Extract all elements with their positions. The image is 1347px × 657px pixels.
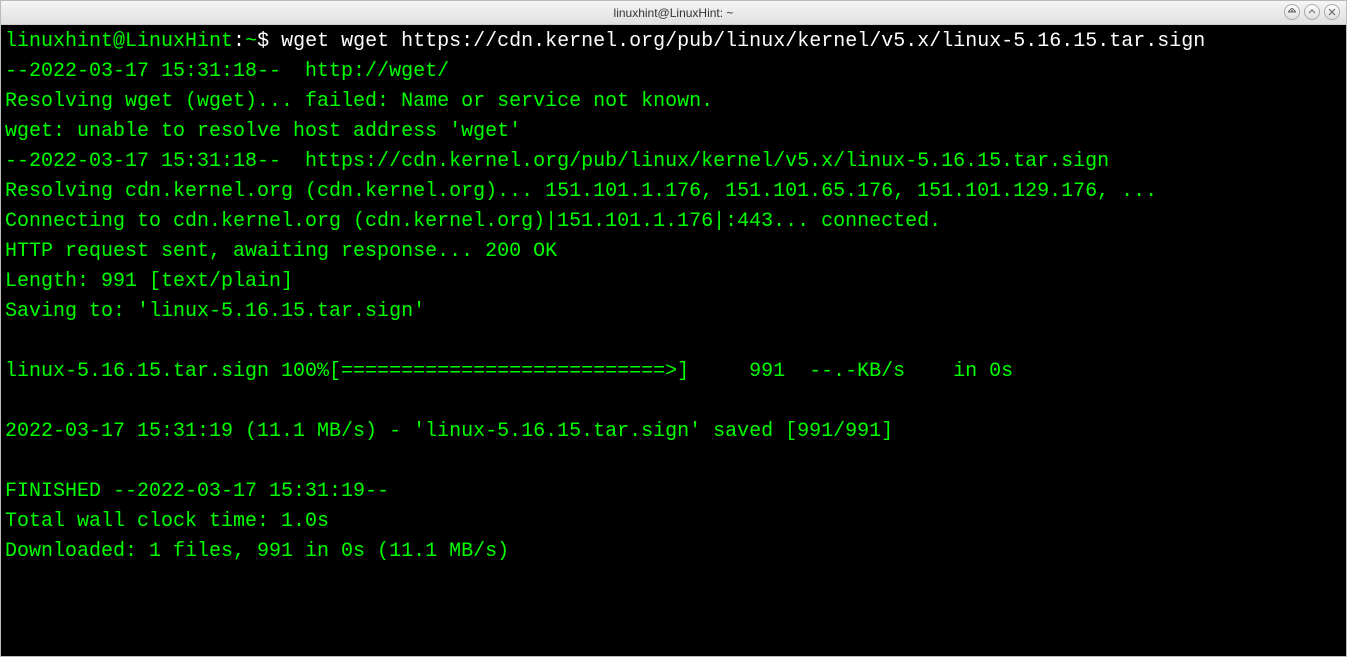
output-line: Connecting to cdn.kernel.org (cdn.kernel…	[5, 210, 941, 233]
terminal-content[interactable]: linuxhint@LinuxHint:~$ wget wget https:/…	[1, 25, 1346, 656]
output-line: Resolving wget (wget)... failed: Name or…	[5, 90, 713, 113]
output-line: --2022-03-17 15:31:18-- https://cdn.kern…	[5, 150, 1109, 173]
output-line: Resolving cdn.kernel.org (cdn.kernel.org…	[5, 180, 1157, 203]
output-line: linux-5.16.15.tar.sign 100%[============…	[5, 360, 1013, 383]
terminal-window: linuxhint@LinuxHint: ~ linuxhint@LinuxHi…	[0, 0, 1347, 657]
command-input: wget wget https://cdn.kernel.org/pub/lin…	[281, 30, 1205, 53]
output-line: HTTP request sent, awaiting response... …	[5, 240, 557, 263]
output-line: Length: 991 [text/plain]	[5, 270, 293, 293]
window-controls	[1284, 4, 1340, 20]
output-line: FINISHED --2022-03-17 15:31:19--	[5, 480, 389, 503]
window-titlebar[interactable]: linuxhint@LinuxHint: ~	[1, 1, 1346, 25]
window-title: linuxhint@LinuxHint: ~	[614, 6, 734, 20]
output-line: wget: unable to resolve host address 'wg…	[5, 120, 521, 143]
prompt-dollar: $	[257, 30, 269, 53]
output-line: 2022-03-17 15:31:19 (11.1 MB/s) - 'linux…	[5, 420, 893, 443]
prompt-path: ~	[245, 30, 257, 53]
maximize-button[interactable]	[1304, 4, 1320, 20]
prompt-separator: :	[233, 30, 245, 53]
output-line: Downloaded: 1 files, 991 in 0s (11.1 MB/…	[5, 540, 509, 563]
output-line: Total wall clock time: 1.0s	[5, 510, 329, 533]
minimize-button[interactable]	[1284, 4, 1300, 20]
prompt-user-host: linuxhint@LinuxHint	[5, 30, 233, 53]
close-button[interactable]	[1324, 4, 1340, 20]
output-line: --2022-03-17 15:31:18-- http://wget/	[5, 60, 449, 83]
command-text	[269, 30, 281, 53]
output-line: Saving to: 'linux-5.16.15.tar.sign'	[5, 300, 425, 323]
